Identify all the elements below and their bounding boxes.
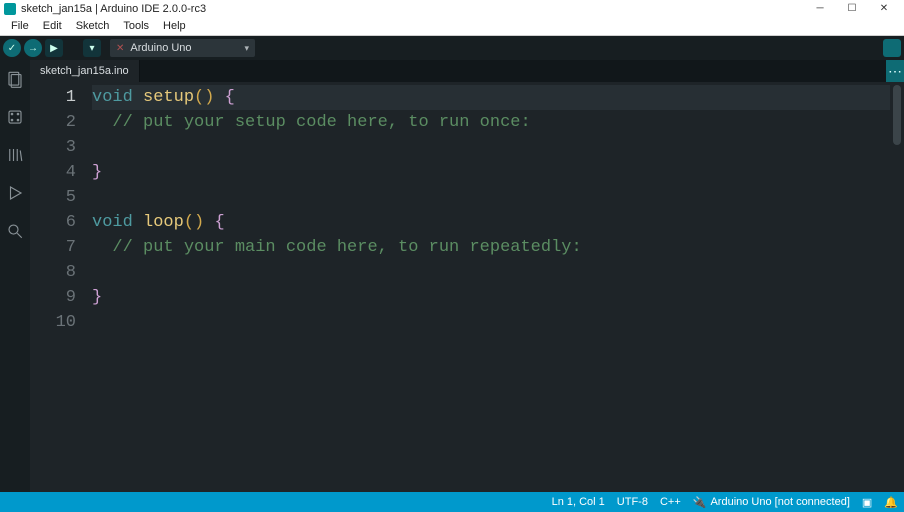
status-bar: Ln 1, Col 1 UTF-8 C++ 🔌 Arduino Uno [not… — [0, 492, 904, 512]
board-name: Arduino Uno — [130, 42, 191, 54]
tab-bar: sketch_jan15a.ino ⋯ — [30, 60, 904, 82]
activity-bar — [0, 60, 30, 492]
board-disconnected-icon: ✕ — [116, 43, 124, 54]
notifications-icon[interactable]: 🔔 — [884, 496, 898, 509]
serial-plotter-button[interactable] — [883, 39, 901, 57]
minimize-button[interactable]: ─ — [804, 1, 836, 17]
more-actions-button[interactable]: ⋯ — [886, 60, 904, 82]
toolbar: ✓ → ▶ ▾ ✕ Arduino Uno ▾ — [0, 36, 904, 60]
menu-tools[interactable]: Tools — [116, 20, 156, 32]
code-editor[interactable]: 12345678910 void setup() { // put your s… — [30, 82, 904, 492]
status-language[interactable]: C++ — [660, 496, 681, 508]
debugger-dropdown[interactable]: ▾ — [83, 39, 101, 57]
verify-button[interactable]: ✓ — [3, 39, 21, 57]
status-board[interactable]: 🔌 Arduino Uno [not connected] — [693, 496, 850, 509]
debug-icon[interactable] — [6, 184, 24, 202]
editor-scrollbar[interactable] — [890, 85, 904, 492]
tab-label: sketch_jan15a.ino — [40, 65, 129, 77]
maximize-button[interactable]: ☐ — [836, 1, 868, 17]
search-icon[interactable] — [6, 222, 24, 240]
line-gutter: 12345678910 — [30, 85, 92, 492]
menu-help[interactable]: Help — [156, 20, 193, 32]
explorer-icon[interactable] — [6, 70, 24, 88]
app-icon — [4, 3, 16, 15]
boards-manager-icon[interactable] — [6, 108, 24, 126]
status-encoding[interactable]: UTF-8 — [617, 496, 648, 508]
status-board-label: Arduino Uno [not connected] — [710, 496, 849, 508]
window-titlebar: sketch_jan15a | Arduino IDE 2.0.0-rc3 ─ … — [0, 0, 904, 17]
tab-sketch[interactable]: sketch_jan15a.ino — [30, 60, 140, 82]
upload-button[interactable]: → — [24, 39, 42, 57]
debug-button[interactable]: ▶ — [45, 39, 63, 57]
code-lines[interactable]: void setup() { // put your setup code he… — [92, 85, 890, 492]
menu-edit[interactable]: Edit — [36, 20, 69, 32]
close-panel-button[interactable]: ▣ — [862, 496, 872, 509]
editor-area: sketch_jan15a.ino ⋯ 12345678910 void set… — [30, 60, 904, 492]
library-manager-icon[interactable] — [6, 146, 24, 164]
board-selector[interactable]: ✕ Arduino Uno ▾ — [110, 39, 255, 57]
close-button[interactable]: ✕ — [868, 1, 900, 17]
chevron-down-icon: ▾ — [244, 43, 249, 54]
scrollbar-thumb[interactable] — [893, 85, 901, 145]
menu-file[interactable]: File — [4, 20, 36, 32]
plug-icon: 🔌 — [693, 496, 707, 509]
menu-sketch[interactable]: Sketch — [69, 20, 117, 32]
status-position[interactable]: Ln 1, Col 1 — [552, 496, 605, 508]
menu-bar: File Edit Sketch Tools Help — [0, 17, 904, 36]
window-title: sketch_jan15a | Arduino IDE 2.0.0-rc3 — [21, 3, 206, 15]
